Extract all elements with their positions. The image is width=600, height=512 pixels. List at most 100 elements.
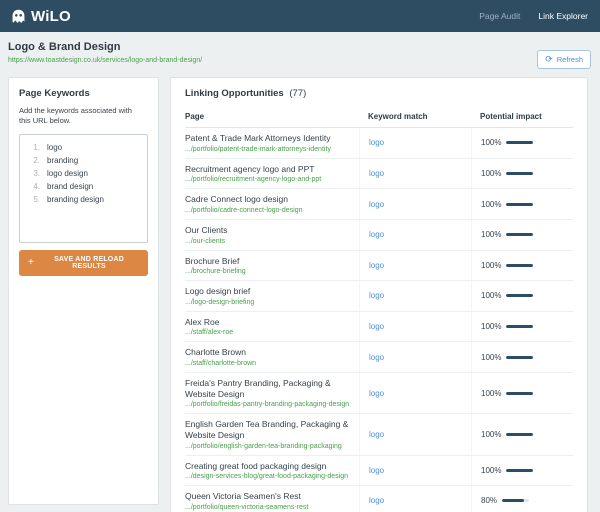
save-and-reload-button[interactable]: + SAVE AND RELOAD RESULTS bbox=[19, 250, 148, 277]
opportunity-page-url[interactable]: .../design-services-blog/great-food-pack… bbox=[185, 473, 359, 480]
impact-bar-fill bbox=[506, 468, 534, 472]
keyword-match-cell: logo bbox=[359, 455, 471, 486]
impact-bar-track bbox=[506, 391, 534, 395]
wilo-logo[interactable]: WiLO bbox=[10, 8, 71, 25]
keywords-input-box[interactable]: logo branding logo design brand design b… bbox=[19, 134, 148, 244]
potential-impact-cell: 100% bbox=[471, 311, 573, 342]
keyword-match-link[interactable]: logo bbox=[369, 496, 384, 505]
opportunity-page-title[interactable]: Patent & Trade Mark Attorneys Identity bbox=[185, 133, 359, 144]
opportunity-page-title[interactable]: Our Clients bbox=[185, 225, 359, 236]
opportunity-page-title[interactable]: Queen Victoria Seamen's Rest bbox=[185, 491, 359, 502]
impact-percent-label: 100% bbox=[481, 138, 502, 148]
opportunities-rows: Patent & Trade Mark Attorneys Identity .… bbox=[185, 128, 573, 512]
opportunity-page-title[interactable]: Logo design brief bbox=[185, 286, 359, 297]
impact-bar-fill bbox=[506, 355, 534, 359]
opportunity-page-url[interactable]: .../portfolio/patent-trade-mark-attorney… bbox=[185, 146, 359, 153]
impact-indicator: 100% bbox=[481, 352, 534, 362]
potential-impact-cell: 100% bbox=[471, 158, 573, 189]
keyword-match-link[interactable]: logo bbox=[369, 466, 384, 475]
opportunity-page-url[interactable]: .../staff/alex-roe bbox=[185, 329, 359, 336]
impact-bar-fill bbox=[506, 294, 534, 298]
table-row: Cadre Connect logo design .../portfolio/… bbox=[185, 189, 573, 220]
keyword-match-link[interactable]: logo bbox=[369, 169, 384, 178]
opportunity-page-url[interactable]: .../brochure-briefing bbox=[185, 268, 359, 275]
keyword-match-cell: logo bbox=[359, 373, 471, 414]
potential-impact-cell: 100% bbox=[471, 414, 573, 455]
opportunity-page-title[interactable]: Freida's Pantry Branding, Packaging & We… bbox=[185, 378, 359, 399]
keyword-match-link[interactable]: logo bbox=[369, 353, 384, 362]
impact-bar-fill bbox=[506, 141, 534, 145]
opportunity-page-title[interactable]: Alex Roe bbox=[185, 317, 359, 328]
table-row: Alex Roe .../staff/alex-roe logo 100% bbox=[185, 311, 573, 343]
page-cell: Brochure Brief .../brochure-briefing bbox=[185, 251, 359, 281]
keyword-match-link[interactable]: logo bbox=[369, 261, 384, 270]
impact-bar-track bbox=[506, 171, 534, 175]
app-header: WiLO Page Audit Link Explorer bbox=[0, 0, 600, 32]
potential-impact-cell: 100% bbox=[471, 455, 573, 486]
keyword-item[interactable]: brand design bbox=[20, 180, 147, 193]
keyword-item[interactable]: logo bbox=[20, 141, 147, 154]
impact-indicator: 100% bbox=[481, 169, 534, 178]
impact-indicator: 80% bbox=[481, 496, 530, 505]
impact-percent-label: 100% bbox=[481, 352, 502, 362]
page-cell: Alex Roe .../staff/alex-roe bbox=[185, 312, 359, 342]
impact-indicator: 100% bbox=[481, 291, 534, 300]
impact-bar-track bbox=[506, 141, 534, 145]
page-cell: English Garden Tea Branding, Packaging &… bbox=[185, 414, 359, 454]
linking-opportunities-panel: Linking Opportunities (77) Page Keyword … bbox=[170, 77, 588, 512]
opportunity-page-title[interactable]: Cadre Connect logo design bbox=[185, 194, 359, 205]
column-header-keyword-match: Keyword match bbox=[368, 112, 428, 121]
page-keywords-panel: Page Keywords Add the keywords associate… bbox=[8, 77, 159, 505]
top-nav: Page Audit Link Explorer bbox=[479, 11, 588, 21]
keyword-match-link[interactable]: logo bbox=[369, 230, 384, 239]
keyword-item[interactable]: branding design bbox=[20, 193, 147, 206]
keyword-match-link[interactable]: logo bbox=[369, 430, 384, 439]
wilo-octopus-icon bbox=[10, 8, 27, 25]
opportunity-page-title[interactable]: Recruitment agency logo and PPT bbox=[185, 164, 359, 175]
opportunity-page-title[interactable]: English Garden Tea Branding, Packaging &… bbox=[185, 419, 359, 440]
opportunity-page-url[interactable]: .../portfolio/queen-victoria-seamens-res… bbox=[185, 504, 359, 511]
opportunity-page-url[interactable]: .../our-clients bbox=[185, 238, 359, 245]
refresh-button[interactable]: ⟳ Refresh bbox=[537, 50, 591, 69]
impact-indicator: 100% bbox=[481, 261, 534, 270]
column-header-page: Page bbox=[185, 112, 205, 121]
opportunity-page-url[interactable]: .../staff/charlotte-brown bbox=[185, 360, 359, 367]
opportunity-page-url[interactable]: .../portfolio/recruitment-agency-logo-an… bbox=[185, 176, 359, 183]
keyword-match-link[interactable]: logo bbox=[369, 138, 384, 147]
opportunity-page-url[interactable]: .../portfolio/cadre-connect-logo-design bbox=[185, 207, 359, 214]
opportunities-count: (77) bbox=[289, 88, 307, 99]
page-url-link[interactable]: https://www.toastdesign.co.uk/services/l… bbox=[8, 57, 202, 64]
opportunity-page-title[interactable]: Creating great food packaging design bbox=[185, 461, 359, 472]
impact-bar-track bbox=[506, 325, 534, 329]
table-row: Logo design brief .../logo-design-briefi… bbox=[185, 281, 573, 312]
page-cell: Logo design brief .../logo-design-briefi… bbox=[185, 281, 359, 311]
potential-impact-cell: 100% bbox=[471, 219, 573, 250]
keyword-item[interactable]: logo design bbox=[20, 167, 147, 180]
potential-impact-cell: 80% bbox=[471, 486, 573, 512]
opportunity-page-url[interactable]: .../logo-design-briefing bbox=[185, 299, 359, 306]
impact-bar-track bbox=[506, 263, 534, 267]
logo-text: WiLO bbox=[31, 7, 71, 25]
opportunities-title: Linking Opportunities (77) bbox=[185, 88, 573, 99]
page-cell: Creating great food packaging design ...… bbox=[185, 456, 359, 486]
impact-bar-fill bbox=[506, 263, 534, 267]
nav-page-audit[interactable]: Page Audit bbox=[479, 11, 520, 21]
keyword-match-link[interactable]: logo bbox=[369, 200, 384, 209]
keyword-match-link[interactable]: logo bbox=[369, 389, 384, 398]
opportunity-page-title[interactable]: Brochure Brief bbox=[185, 256, 359, 267]
nav-link-explorer[interactable]: Link Explorer bbox=[538, 11, 588, 21]
page-cell: Cadre Connect logo design .../portfolio/… bbox=[185, 189, 359, 219]
opportunity-page-url[interactable]: .../portfolio/freidas-pantry-branding-pa… bbox=[185, 401, 359, 408]
keywords-panel-description: Add the keywords associated with this UR… bbox=[19, 106, 132, 126]
keyword-match-cell: logo bbox=[359, 486, 471, 512]
opportunities-title-text: Linking Opportunities bbox=[185, 88, 284, 99]
keyword-item[interactable]: branding bbox=[20, 154, 147, 167]
impact-bar-track bbox=[506, 468, 534, 472]
table-row: Recruitment agency logo and PPT .../port… bbox=[185, 158, 573, 190]
opportunity-page-title[interactable]: Charlotte Brown bbox=[185, 347, 359, 358]
impact-bar-fill bbox=[506, 202, 534, 206]
keyword-match-link[interactable]: logo bbox=[369, 291, 384, 300]
keyword-match-link[interactable]: logo bbox=[369, 322, 384, 331]
impact-bar-fill bbox=[506, 233, 534, 237]
opportunity-page-url[interactable]: .../portfolio/english-garden-tea-brandin… bbox=[185, 443, 359, 450]
